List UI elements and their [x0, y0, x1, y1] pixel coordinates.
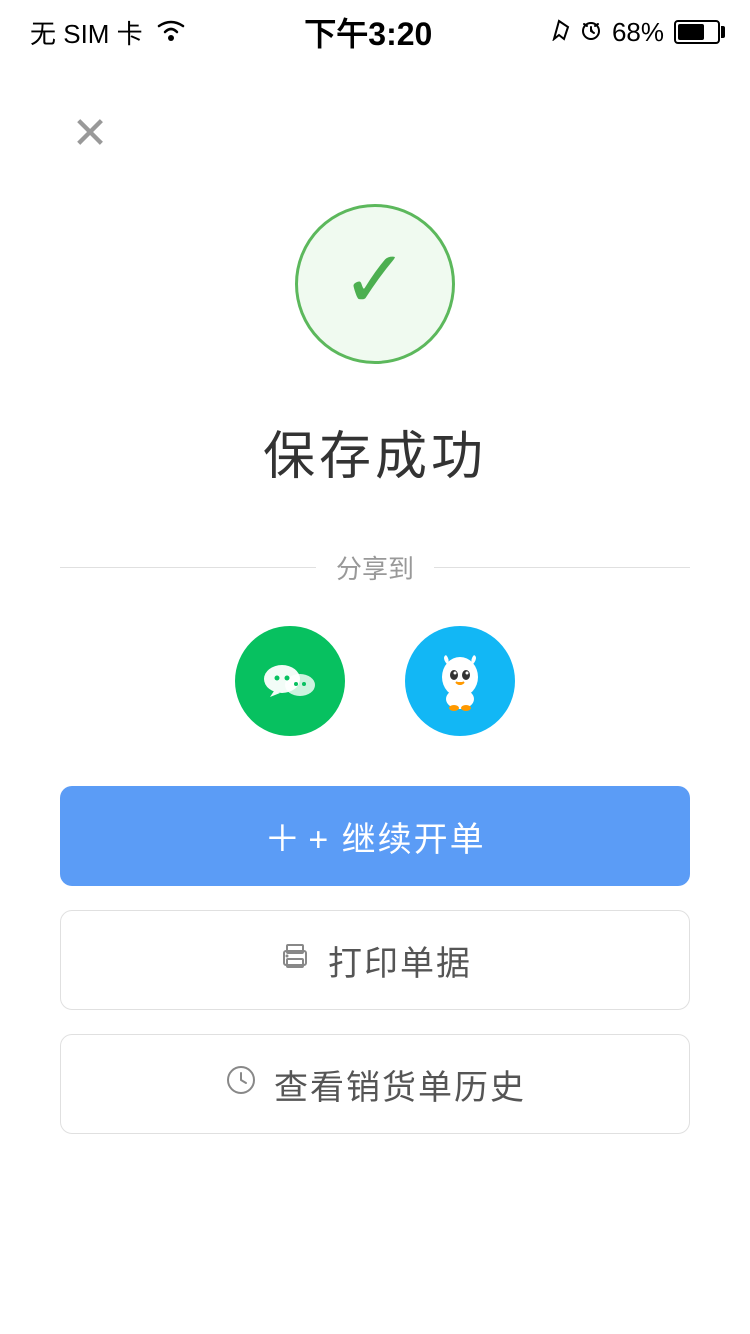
- history-button[interactable]: 查看销货单历史: [60, 1034, 690, 1134]
- share-icons-row: [60, 626, 690, 736]
- main-content: ✕ ✓ 保存成功 分享到: [0, 64, 750, 1194]
- success-section: ✓ 保存成功: [60, 204, 690, 489]
- battery-fill: [678, 24, 704, 40]
- print-icon: [278, 939, 312, 981]
- status-bar-right: 68%: [548, 17, 720, 48]
- sim-label: 无 SIM 卡: [30, 14, 143, 51]
- share-label: 分享到: [336, 549, 414, 586]
- share-section: 分享到: [60, 549, 690, 736]
- continue-label: + 继续开单: [308, 812, 485, 861]
- print-button[interactable]: 打印单据: [60, 910, 690, 1010]
- action-buttons: ＋ + 继续开单 打印单据 查看销货单历: [60, 786, 690, 1134]
- wifi-icon: [153, 16, 189, 49]
- history-icon: [224, 1063, 258, 1105]
- success-title: 保存成功: [263, 414, 487, 489]
- status-bar-time: 下午3:20: [304, 9, 432, 55]
- share-divider-row: 分享到: [60, 549, 690, 586]
- qq-icon: [428, 649, 492, 713]
- close-button[interactable]: ✕: [60, 104, 120, 164]
- battery-icon: [674, 20, 720, 44]
- plus-icon: ＋: [264, 810, 302, 862]
- checkmark-icon: ✓: [341, 240, 408, 320]
- continue-button[interactable]: ＋ + 继续开单: [60, 786, 690, 886]
- status-bar: 无 SIM 卡 下午3:20 68%: [0, 0, 750, 64]
- share-line-right: [434, 567, 690, 568]
- share-qq-button[interactable]: [405, 626, 515, 736]
- battery-percent: 68%: [612, 17, 664, 48]
- success-circle: ✓: [295, 204, 455, 364]
- history-label: 查看销货单历史: [274, 1060, 526, 1109]
- status-bar-left: 无 SIM 卡: [30, 14, 189, 51]
- share-wechat-button[interactable]: [235, 626, 345, 736]
- wechat-icon: [256, 647, 324, 715]
- alarm-icon: [580, 17, 602, 48]
- print-label: 打印单据: [328, 936, 472, 985]
- location-icon: [548, 17, 570, 48]
- share-line-left: [60, 567, 316, 568]
- close-icon: ✕: [72, 112, 109, 156]
